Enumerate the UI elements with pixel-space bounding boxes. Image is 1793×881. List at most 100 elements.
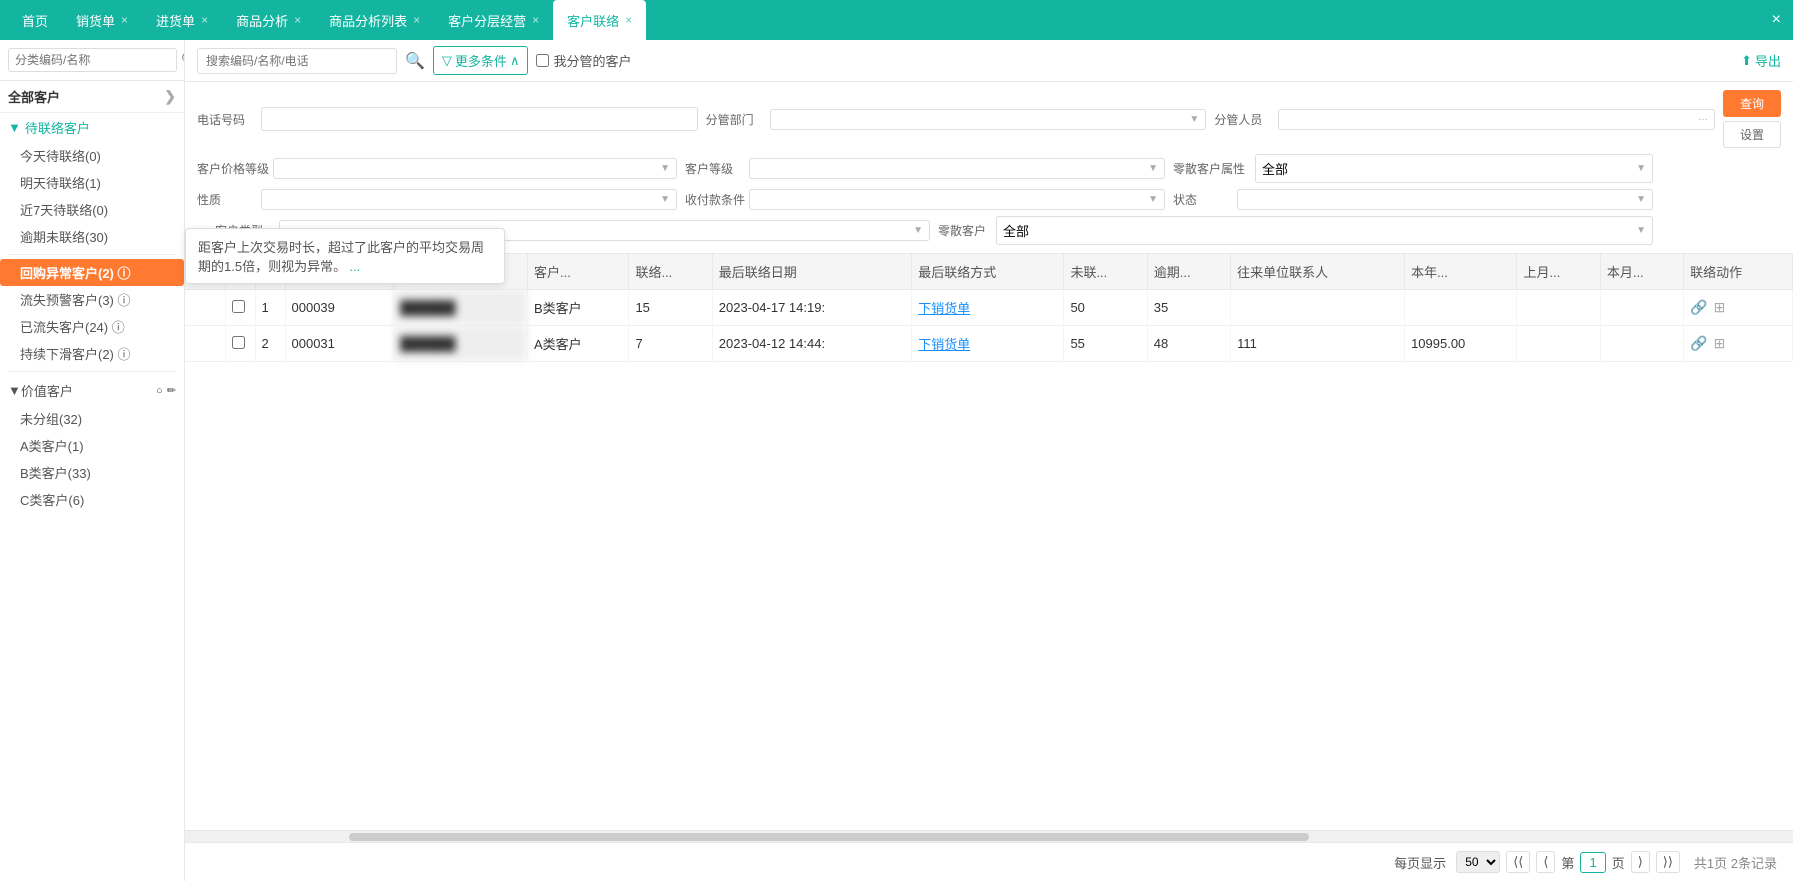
filter-gender-select[interactable]: ▼ — [261, 189, 677, 210]
contact-method-link[interactable]: 下销货单 — [918, 337, 970, 352]
page-suffix: 页 — [1612, 853, 1625, 872]
tooltip-more[interactable]: ... — [349, 259, 360, 274]
page-next-btn[interactable]: ⟩ — [1631, 851, 1650, 873]
more-conditions-button[interactable]: ▽ 更多条件 ∧ — [433, 46, 529, 75]
sidebar-search-input[interactable] — [8, 48, 177, 72]
search-button[interactable]: 🔍 — [405, 51, 425, 71]
th-contact: 联络... — [629, 254, 712, 290]
row-checkbox — [225, 290, 255, 326]
nav-customer-contact-close[interactable]: × — [625, 13, 632, 27]
nav-customer-segment[interactable]: 客户分层经营 × — [434, 0, 553, 40]
nav-sales-close[interactable]: × — [121, 13, 128, 27]
filter-retail-attr-arrow: ▼ — [1636, 163, 1646, 174]
sidebar-item-7days[interactable]: 近7天待联络(0) — [0, 196, 184, 223]
filter-payment-select[interactable]: ▼ — [749, 189, 1165, 210]
nav-sales[interactable]: 销货单 × — [62, 0, 142, 40]
per-page-select[interactable]: 50 — [1456, 851, 1500, 873]
action-grid-icon[interactable]: ⊞ — [1714, 299, 1726, 316]
sidebar-divider-1 — [8, 254, 176, 255]
export-button[interactable]: ⬆ 导出 — [1741, 51, 1781, 70]
sidebar-item-c-class-label: C类客户(6) — [20, 493, 84, 508]
nav-goods-analysis[interactable]: 商品分析 × — [222, 0, 315, 40]
total-info: 共1页 2条记录 — [1694, 853, 1777, 872]
filter-status-select[interactable]: ▼ — [1237, 189, 1653, 210]
page-first-btn[interactable]: ⟨⟨ — [1506, 851, 1530, 873]
contact-method-link[interactable]: 下销货单 — [918, 301, 970, 316]
window-close-button[interactable]: × — [1772, 11, 1781, 29]
my-customers-checkbox[interactable] — [536, 54, 549, 67]
filter-manager-select[interactable]: ··· — [1278, 109, 1715, 130]
filter-row-3: 性质 ▼ 收付款条件 ▼ 状态 — [197, 189, 1781, 210]
nav-goods-analysis-close[interactable]: × — [294, 13, 301, 27]
filter-manager: 分管人员 ··· — [1214, 109, 1715, 130]
sidebar-item-a-class[interactable]: A类客户(1) — [0, 432, 184, 459]
export-icon: ⬆ — [1741, 53, 1752, 69]
row-unreached: 50 — [1064, 290, 1147, 326]
row-this-month — [1600, 326, 1683, 362]
sidebar-item-abnormal-repurchase[interactable]: 回购异常客户(2) ⓘ — [0, 259, 184, 286]
nav-goods-analysis-list[interactable]: 商品分析列表 × — [315, 0, 434, 40]
filter-actions: 查询 设置 — [1723, 90, 1781, 148]
sidebar-item-today[interactable]: 今天待联络(0) — [0, 142, 184, 169]
row-action: 🔗⊞ — [1684, 290, 1793, 326]
sidebar-collapse-icon[interactable]: ❯ — [164, 88, 176, 105]
row-company-contact: 111 — [1231, 326, 1405, 362]
sidebar-value-group-edit-icon[interactable]: ✏ — [167, 384, 176, 397]
th-last-contact-date-label: 最后联络日期 — [719, 265, 797, 280]
action-grid-icon[interactable]: ⊞ — [1714, 335, 1726, 352]
sidebar-item-churned-label: 已流失客户(24) ⓘ — [20, 320, 125, 335]
sidebar: 🔍 全部客户 ❯ ▼ 待联络客户 今天待联络(0) 明天待联络(1) 近7天待联… — [0, 40, 185, 881]
nav-goods-analysis-list-close[interactable]: × — [413, 13, 420, 27]
query-button[interactable]: 查询 — [1723, 90, 1781, 117]
nav-home[interactable]: 首页 — [8, 0, 62, 40]
th-unreached: 未联... — [1064, 254, 1147, 290]
action-link-icon[interactable]: 🔗 — [1690, 299, 1707, 316]
nav-purchase-close[interactable]: × — [201, 13, 208, 27]
th-company-contact: 往来单位联系人 — [1231, 254, 1405, 290]
page-last-btn[interactable]: ⟩⟩ — [1656, 851, 1680, 873]
sidebar-item-overdue[interactable]: 逾期未联络(30) — [0, 223, 184, 250]
sidebar-item-churn-warning[interactable]: 流失预警客户(3) ⓘ — [0, 286, 184, 313]
sidebar-item-b-class[interactable]: B类客户(33) — [0, 459, 184, 486]
filter-retail-customer-label: 零散客户 — [938, 222, 986, 239]
sidebar-item-declining[interactable]: 持续下滑客户(2) ⓘ — [0, 340, 184, 367]
row-settings — [185, 326, 225, 362]
row-settings — [185, 290, 225, 326]
row-select-checkbox[interactable] — [232, 300, 245, 313]
settings-button[interactable]: 设置 — [1723, 121, 1781, 148]
sidebar-item-ungrouped[interactable]: 未分组(32) — [0, 405, 184, 432]
sidebar-item-b-class-label: B类客户(33) — [20, 466, 91, 481]
row-select-checkbox[interactable] — [232, 336, 245, 349]
filter-dept-select[interactable]: ▼ — [770, 109, 1207, 130]
search-input[interactable] — [197, 48, 397, 74]
nav-customer-segment-label: 客户分层经营 — [448, 11, 526, 30]
th-type: 客户... — [528, 254, 629, 290]
main-layout: 🔍 全部客户 ❯ ▼ 待联络客户 今天待联络(0) 明天待联络(1) 近7天待联… — [0, 40, 1793, 881]
th-last-month-label: 上月... — [1523, 265, 1560, 280]
sidebar-item-churned[interactable]: 已流失客户(24) ⓘ — [0, 313, 184, 340]
sidebar-all-customers-label: 全部客户 — [8, 87, 60, 106]
sidebar-item-tomorrow[interactable]: 明天待联络(1) — [0, 169, 184, 196]
nav-customer-segment-close[interactable]: × — [532, 13, 539, 27]
action-link-icon[interactable]: 🔗 — [1690, 335, 1707, 352]
nav-customer-contact[interactable]: 客户联络 × — [553, 0, 646, 40]
sidebar-value-group-edit[interactable]: ○ — [156, 385, 163, 397]
filter-customer-level-select[interactable]: ▼ — [749, 158, 1165, 179]
th-current-year: 本年... — [1405, 254, 1517, 290]
horizontal-scrollbar[interactable] — [185, 830, 1793, 842]
filter-retail-customer-select[interactable]: 全部 ▼ — [996, 216, 1653, 245]
sidebar-all-customers[interactable]: 全部客户 ❯ — [0, 81, 184, 113]
sidebar-value-arrow: ▼ — [8, 383, 21, 398]
scrollbar-thumb[interactable] — [349, 833, 1309, 841]
sidebar-value-group[interactable]: ▼ 价值客户 ○ ✏ — [0, 376, 184, 405]
sidebar-group-pending-contact[interactable]: ▼ 待联络客户 — [0, 113, 184, 142]
filter-retail-attr-select[interactable]: 全部 ▼ — [1255, 154, 1653, 183]
row-company-contact — [1231, 290, 1405, 326]
nav-purchase[interactable]: 进货单 × — [142, 0, 222, 40]
sidebar-item-c-class[interactable]: C类客户(6) — [0, 486, 184, 513]
filter-phone-input[interactable] — [261, 107, 698, 131]
page-prev-btn[interactable]: ⟨ — [1536, 851, 1555, 873]
table-area: ⚙ # 客户编码 客户名称 客户... — [185, 254, 1793, 830]
filter-price-level-select[interactable]: ▼ — [273, 158, 677, 179]
nav-customer-contact-label: 客户联络 — [567, 11, 619, 30]
